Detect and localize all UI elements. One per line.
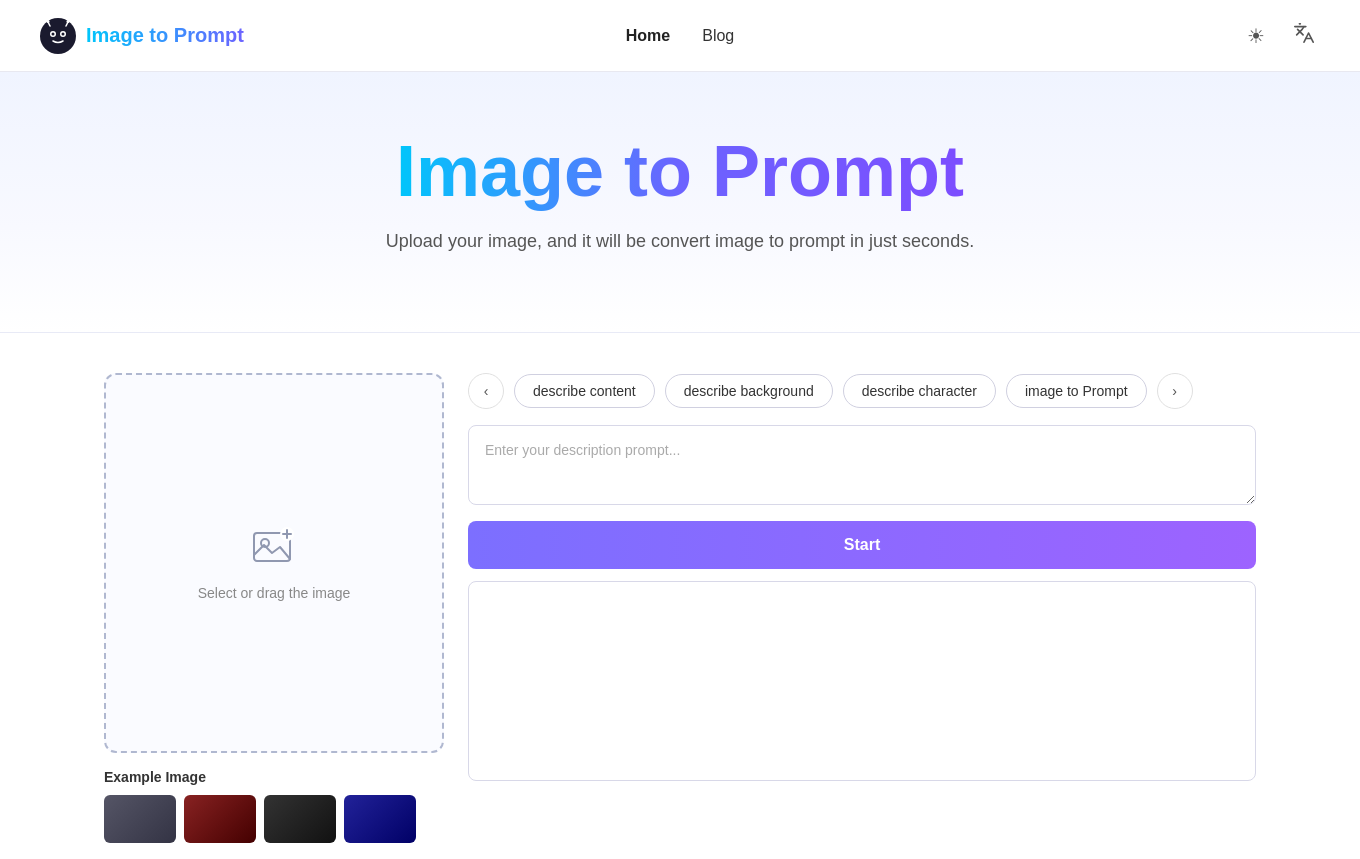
sun-icon: ☀ — [1247, 24, 1265, 48]
chevron-left-icon: ‹ — [484, 383, 489, 399]
tab-image-to-prompt[interactable]: image to Prompt — [1006, 374, 1147, 408]
theme-toggle-button[interactable]: ☀ — [1240, 20, 1272, 52]
svg-point-6 — [67, 20, 70, 23]
prompt-textarea[interactable] — [468, 425, 1256, 505]
svg-point-3 — [52, 32, 55, 35]
image-upload-area[interactable]: Select or drag the image — [104, 373, 444, 753]
tab-describe-character[interactable]: describe character — [843, 374, 996, 408]
nav-home[interactable]: Home — [626, 27, 670, 45]
chevron-right-icon: › — [1172, 383, 1177, 399]
hero-section: Image to Prompt Upload your image, and i… — [0, 72, 1360, 333]
svg-point-4 — [62, 32, 65, 35]
upload-label: Select or drag the image — [198, 585, 351, 601]
tab-next-button[interactable]: › — [1157, 373, 1193, 409]
hero-title: Image to Prompt — [40, 132, 1320, 211]
hero-subtitle: Upload your image, and it will be conver… — [40, 231, 1320, 252]
language-icon — [1293, 22, 1315, 49]
navbar-nav: Home Blog — [626, 27, 734, 45]
tab-describe-background[interactable]: describe background — [665, 374, 833, 408]
svg-point-0 — [40, 18, 76, 54]
example-label: Example Image — [104, 769, 444, 785]
navbar-actions: ☀ — [1240, 20, 1320, 52]
hero-title-text: Image to Prompt — [396, 131, 964, 211]
nav-blog[interactable]: Blog — [702, 27, 734, 45]
svg-point-5 — [47, 20, 50, 23]
tab-prev-button[interactable]: ‹ — [468, 373, 504, 409]
upload-icon — [250, 525, 298, 573]
example-thumb-4[interactable] — [344, 795, 416, 843]
tab-bar: ‹ describe content describe background d… — [468, 373, 1256, 409]
start-button[interactable]: Start — [468, 521, 1256, 569]
brand-icon — [40, 18, 76, 54]
language-toggle-button[interactable] — [1288, 20, 1320, 52]
example-images — [104, 795, 444, 843]
navbar: Image to Prompt Home Blog ☀ — [0, 0, 1360, 72]
example-thumb-2[interactable] — [184, 795, 256, 843]
example-thumb-1[interactable] — [104, 795, 176, 843]
tab-describe-content[interactable]: describe content — [514, 374, 655, 408]
output-area — [468, 581, 1256, 781]
right-panel: ‹ describe content describe background d… — [468, 373, 1256, 781]
brand-link[interactable]: Image to Prompt — [40, 18, 244, 54]
upload-panel: Select or drag the image Example Image — [104, 373, 444, 843]
example-thumb-3[interactable] — [264, 795, 336, 843]
main-content: Select or drag the image Example Image ‹… — [0, 333, 1360, 859]
brand-name: Image to Prompt — [86, 24, 244, 47]
